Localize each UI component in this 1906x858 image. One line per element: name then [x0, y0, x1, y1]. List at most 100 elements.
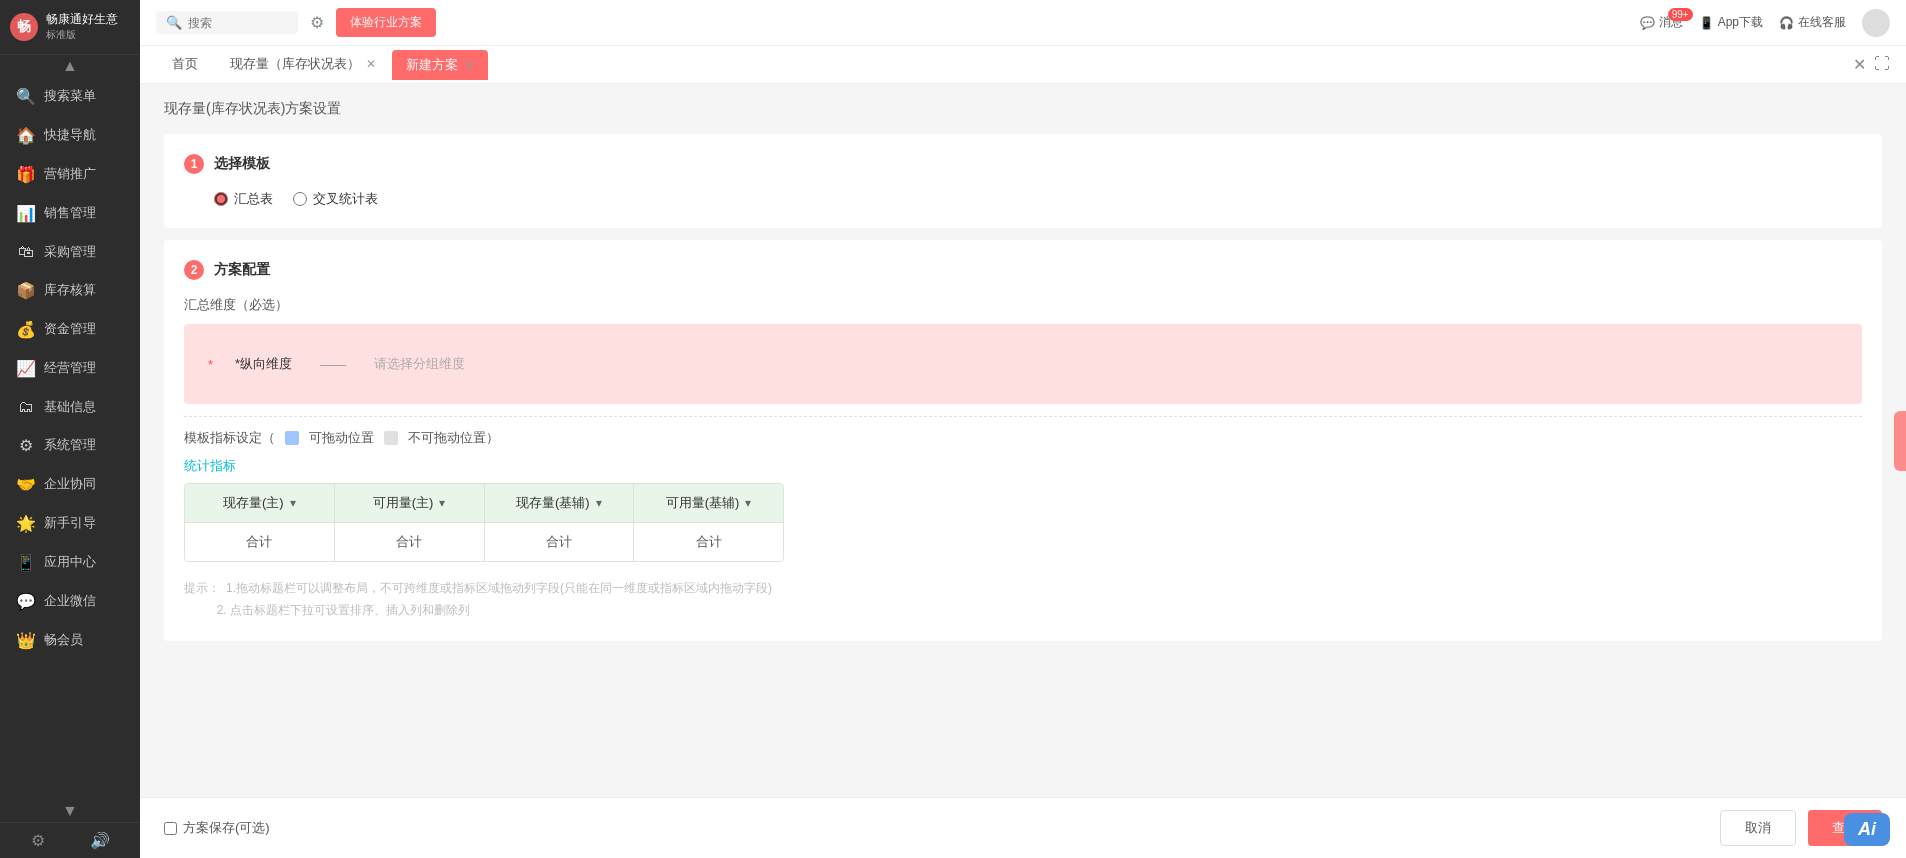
tip1: 提示： 1.拖动标题栏可以调整布局，不可跨维度或指标区域拖动列字段(只能在同一维…: [184, 578, 1862, 600]
sidebar-item-member[interactable]: 👑 畅会员: [0, 621, 140, 660]
sidebar-item-label: 畅会员: [44, 631, 83, 649]
cancel-button[interactable]: 取消: [1720, 810, 1796, 846]
col-header-4: 可用量(基辅) ▾: [634, 484, 783, 522]
guide-icon: 🌟: [16, 514, 36, 533]
tab-inventory-close[interactable]: ✕: [366, 57, 376, 71]
finance-icon: 💰: [16, 320, 36, 339]
tab-home-label: 首页: [172, 55, 198, 73]
dimension-label: 汇总维度（必选）: [184, 296, 1862, 314]
sidebar-scroll-up[interactable]: ▲: [0, 55, 140, 77]
template-summary-label: 汇总表: [234, 190, 273, 208]
page-title: 现存量(库存状况表)方案设置: [164, 100, 1882, 118]
col2-label: 可用量(主): [373, 494, 434, 512]
col1-chevron[interactable]: ▾: [290, 496, 296, 510]
tip-label: 提示：: [184, 578, 220, 600]
tip2-num: [184, 600, 211, 622]
sidebar-item-wechat[interactable]: 💬 企业微信: [0, 582, 140, 621]
tab-inventory-status[interactable]: 现存量（库存状况表） ✕: [214, 47, 392, 83]
sidebar-item-label: 系统管理: [44, 436, 96, 454]
sidebar-scroll-down[interactable]: ▼: [0, 800, 140, 822]
expand-panel-icon[interactable]: ⛶: [1874, 55, 1890, 74]
sidebar-item-marketing[interactable]: 🎁 营销推广: [0, 155, 140, 194]
customer-service-button[interactable]: 🎧 在线客服: [1779, 14, 1846, 31]
col2-chevron[interactable]: ▾: [439, 496, 445, 510]
app-name: 畅康通好生意: [46, 12, 118, 28]
save-option[interactable]: 方案保存(可选): [164, 819, 270, 837]
user-avatar[interactable]: [1862, 9, 1890, 37]
divider1: [184, 416, 1862, 417]
sidebar-nav: 🔍 搜索菜单 🏠 快捷导航 🎁 营销推广 📊 销售管理 🛍 采购管理 📦 库存核…: [0, 77, 140, 800]
save-checkbox[interactable]: [164, 822, 177, 835]
col1-label: 现存量(主): [223, 494, 284, 512]
headset-icon: 🎧: [1779, 16, 1794, 30]
sidebar-item-sales[interactable]: 📊 销售管理: [0, 194, 140, 233]
sidebar-item-business[interactable]: 📈 经营管理: [0, 349, 140, 388]
sidebar-item-label: 基础信息: [44, 398, 96, 416]
template-options: 汇总表 交叉统计表: [184, 190, 1862, 208]
message-button[interactable]: 💬 消息 99+: [1640, 14, 1683, 31]
marketing-icon: 🎁: [16, 165, 36, 184]
metrics-label: 模板指标设定（ 可拖动位置 不可拖动位置）: [184, 429, 1862, 447]
ai-badge[interactable]: Ai: [1844, 813, 1890, 846]
required-indicator: *: [208, 357, 213, 372]
sidebar-item-label: 企业微信: [44, 592, 96, 610]
sidebar-item-label: 销售管理: [44, 204, 96, 222]
col-row-1: 合计: [185, 522, 335, 561]
col4-chevron[interactable]: ▾: [745, 496, 751, 510]
inventory-icon: 📦: [16, 281, 36, 300]
sidebar-item-basic[interactable]: 🗂 基础信息: [0, 388, 140, 426]
metrics-label-text: 模板指标设定（: [184, 429, 275, 447]
col-header-3: 现存量(基辅) ▾: [485, 484, 635, 522]
search-menu-icon: 🔍: [16, 87, 36, 106]
sound-icon[interactable]: 🔊: [90, 831, 110, 850]
sidebar-item-purchase[interactable]: 🛍 采购管理: [0, 233, 140, 271]
wechat-icon: 💬: [16, 592, 36, 611]
sidebar-item-label: 经营管理: [44, 359, 96, 377]
template-crosstab-radio[interactable]: [293, 192, 307, 206]
search-icon: 🔍: [166, 15, 182, 30]
search-box[interactable]: 🔍: [156, 11, 298, 34]
app-download-button[interactable]: 📱 App下载: [1699, 14, 1763, 31]
sidebar-item-guide[interactable]: 🌟 新手引导: [0, 504, 140, 543]
stats-table-row: 合计 合计 合计 合计: [185, 522, 783, 561]
template-crosstab-option[interactable]: 交叉统计表: [293, 190, 378, 208]
gear-icon[interactable]: ⚙: [310, 13, 324, 32]
basic-icon: 🗂: [16, 398, 36, 416]
sidebar-item-system[interactable]: ⚙ 系统管理: [0, 426, 140, 465]
dimension-dash: ——: [320, 357, 346, 372]
tips-section: 提示： 1.拖动标题栏可以调整布局，不可跨维度或指标区域拖动列字段(只能在同一维…: [184, 578, 1862, 621]
sidebar-item-inventory[interactable]: 📦 库存核算: [0, 271, 140, 310]
settings-icon[interactable]: ⚙: [31, 831, 45, 850]
step1-section: 1 选择模板 汇总表 交叉统计表: [164, 134, 1882, 228]
col3-chevron[interactable]: ▾: [596, 496, 602, 510]
tab-home[interactable]: 首页: [156, 47, 214, 83]
right-handle[interactable]: [1894, 411, 1906, 471]
system-icon: ⚙: [16, 436, 36, 455]
logo-icon: 畅: [10, 13, 38, 41]
tip1-text: 1.拖动标题栏可以调整布局，不可跨维度或指标区域拖动列字段(只能在同一维度或指标…: [226, 578, 772, 600]
close-panel-icon[interactable]: ✕: [1853, 55, 1866, 74]
tab-new-plan[interactable]: 新建方案 ✕: [392, 50, 488, 80]
sales-icon: 📊: [16, 204, 36, 223]
sidebar-item-search-menu[interactable]: 🔍 搜索菜单: [0, 77, 140, 116]
stats-table: 现存量(主) ▾ 可用量(主) ▾ 现存量(基辅) ▾ 可用量(基辅) ▾: [184, 483, 784, 562]
template-summary-option[interactable]: 汇总表: [214, 190, 273, 208]
template-summary-radio[interactable]: [214, 192, 228, 206]
sidebar-item-contract[interactable]: 🤝 企业协同: [0, 465, 140, 504]
col4-label: 可用量(基辅): [666, 494, 740, 512]
sidebar-item-app-center[interactable]: 📱 应用中心: [0, 543, 140, 582]
topbar-right: 💬 消息 99+ 📱 App下载 🎧 在线客服: [1640, 9, 1890, 37]
sidebar-item-label: 企业协同: [44, 475, 96, 493]
col-header-1: 现存量(主) ▾: [185, 484, 335, 522]
tab-new-plan-close[interactable]: ✕: [464, 58, 474, 72]
purchase-icon: 🛍: [16, 243, 36, 261]
industry-plan-button[interactable]: 体验行业方案: [336, 8, 436, 37]
step2-section: 2 方案配置 汇总维度（必选） * *纵向维度 —— 请选择分组维度 模板指标设…: [164, 240, 1882, 641]
message-icon: 💬: [1640, 16, 1655, 30]
dimension-box[interactable]: * *纵向维度 —— 请选择分组维度: [184, 324, 1862, 404]
sidebar-item-finance[interactable]: 💰 资金管理: [0, 310, 140, 349]
sidebar-item-quick-nav[interactable]: 🏠 快捷导航: [0, 116, 140, 155]
search-input[interactable]: [188, 16, 288, 30]
tabbar: 首页 现存量（库存状况表） ✕ 新建方案 ✕ ✕ ⛶: [140, 46, 1906, 84]
draggable-indicator: [285, 431, 299, 445]
